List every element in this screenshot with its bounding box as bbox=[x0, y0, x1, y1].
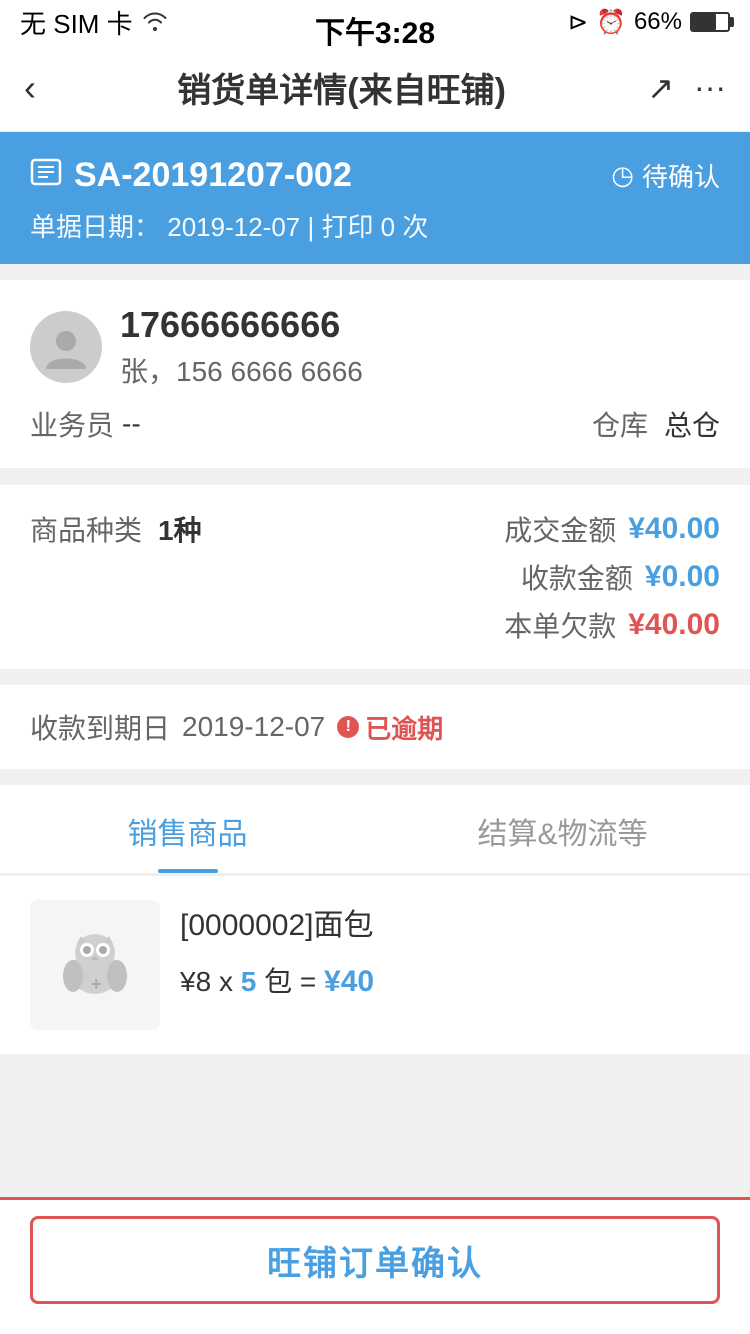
product-price-row: ¥8 x 5 包 = ¥40 bbox=[180, 960, 720, 1000]
avatar bbox=[30, 311, 102, 383]
multiply-sign: x bbox=[219, 966, 241, 997]
customer-phone: 17666666666 bbox=[120, 304, 363, 346]
nav-bar: ‹ 销货单详情(来自旺铺) ↗ ··· bbox=[0, 44, 750, 132]
received-value: ¥0.00 bbox=[645, 560, 720, 594]
overdue-text: 已逾期 bbox=[365, 709, 443, 746]
deal-amount-row: 成交金额 ¥40.00 bbox=[504, 509, 720, 549]
customer-info: 17666666666 张，156 6666 6666 bbox=[120, 304, 363, 390]
category-info: 商品种类 1种 bbox=[30, 509, 202, 549]
confirm-btn-container: 旺铺订单确认 bbox=[0, 1197, 750, 1334]
alarm-icon: ⏰ bbox=[596, 8, 626, 37]
battery-text: 66% bbox=[634, 8, 682, 36]
amount-info: 成交金额 ¥40.00 收款金额 ¥0.00 本单欠款 ¥40.00 bbox=[504, 509, 720, 645]
status-right: ⊳ ⏰ 66% bbox=[568, 8, 730, 37]
overdue-badge: ! 已逾期 bbox=[337, 709, 443, 746]
order-date: 单据日期： 2019-12-07 | 打印 0 次 bbox=[30, 207, 720, 244]
status-text: 待确认 bbox=[642, 157, 720, 194]
product-list: + [0000002]面包 ¥8 x 5 包 = ¥40 bbox=[0, 876, 750, 1054]
nav-actions: ↗ ··· bbox=[647, 69, 726, 107]
wifi-icon bbox=[141, 7, 169, 38]
price-value: ¥8 bbox=[180, 966, 211, 997]
confirm-order-button[interactable]: 旺铺订单确认 bbox=[30, 1216, 720, 1304]
back-button[interactable]: ‹ bbox=[24, 67, 36, 109]
tab-settlement[interactable]: 结算&物流等 bbox=[375, 785, 750, 873]
date-value: 2019-12-07 bbox=[167, 212, 300, 242]
product-details: [0000002]面包 ¥8 x 5 包 = ¥40 bbox=[180, 900, 720, 1000]
due-date: 2019-12-07 bbox=[182, 711, 325, 743]
clock-icon: ◷ bbox=[611, 160, 634, 191]
time-display: 下午3:28 bbox=[315, 8, 435, 52]
equals-sign: = bbox=[300, 966, 324, 997]
summary-section: 商品种类 1种 成交金额 ¥40.00 收款金额 ¥0.00 本单欠款 ¥40.… bbox=[0, 485, 750, 669]
order-header: SA-20191207-002 ◷ 待确认 单据日期： 2019-12-07 |… bbox=[0, 132, 750, 264]
deal-value: ¥40.00 bbox=[628, 512, 720, 546]
sales-warehouse-row: 业务员 -- 仓库 总仓 bbox=[30, 404, 720, 444]
more-icon[interactable]: ··· bbox=[694, 69, 726, 106]
total-value: ¥40 bbox=[324, 965, 374, 998]
due-label: 收款到期日 bbox=[30, 707, 170, 747]
unit-text: 包 bbox=[264, 966, 292, 997]
owed-value: ¥40.00 bbox=[628, 608, 720, 642]
share-icon[interactable]: ↗ bbox=[647, 69, 674, 107]
category-label: 商品种类 bbox=[30, 509, 142, 549]
owed-amount-row: 本单欠款 ¥40.00 bbox=[504, 605, 720, 645]
customer-section: 17666666666 张，156 6666 6666 业务员 -- 仓库 总仓 bbox=[0, 280, 750, 468]
customer-name: 张，156 6666 6666 bbox=[120, 350, 363, 390]
order-icon bbox=[30, 156, 62, 195]
due-date-section: 收款到期日 2019-12-07 ! 已逾期 bbox=[0, 685, 750, 769]
overdue-icon: ! bbox=[337, 716, 359, 738]
product-name: [0000002]面包 bbox=[180, 900, 720, 944]
date-label: 单据日期： bbox=[30, 212, 160, 242]
deal-label: 成交金额 bbox=[504, 509, 616, 549]
page-title: 销货单详情(来自旺铺) bbox=[177, 63, 506, 112]
location-icon: ⊳ bbox=[568, 8, 588, 37]
tab-products-label: 销售商品 bbox=[128, 818, 248, 851]
sales-label: 业务员 bbox=[30, 404, 114, 444]
product-thumbnail: + bbox=[30, 900, 160, 1030]
tab-settlement-label: 结算&物流等 bbox=[477, 818, 647, 851]
order-id-text: SA-20191207-002 bbox=[74, 156, 352, 195]
carrier-text: 无 SIM 卡 bbox=[20, 4, 133, 41]
brand-logo: + bbox=[55, 930, 135, 1000]
order-status: ◷ 待确认 bbox=[611, 157, 720, 194]
received-label: 收款金额 bbox=[521, 557, 633, 597]
print-info: | 打印 0 次 bbox=[307, 212, 428, 242]
sales-value: -- bbox=[122, 408, 141, 440]
order-id: SA-20191207-002 bbox=[30, 156, 352, 195]
quantity-value: 5 bbox=[241, 966, 257, 997]
owed-label: 本单欠款 bbox=[504, 605, 616, 645]
tab-bar: 销售商品 结算&物流等 bbox=[0, 785, 750, 874]
status-left: 无 SIM 卡 bbox=[20, 4, 169, 41]
category-value: 1种 bbox=[158, 509, 202, 549]
status-bar: 无 SIM 卡 下午3:28 ⊳ ⏰ 66% bbox=[0, 0, 750, 44]
battery-icon bbox=[690, 12, 730, 32]
warehouse-label: 仓库 bbox=[592, 404, 648, 444]
received-amount-row: 收款金额 ¥0.00 bbox=[521, 557, 720, 597]
warehouse-value: 总仓 bbox=[664, 404, 720, 444]
svg-text:+: + bbox=[91, 974, 102, 994]
tab-products[interactable]: 销售商品 bbox=[0, 785, 375, 873]
